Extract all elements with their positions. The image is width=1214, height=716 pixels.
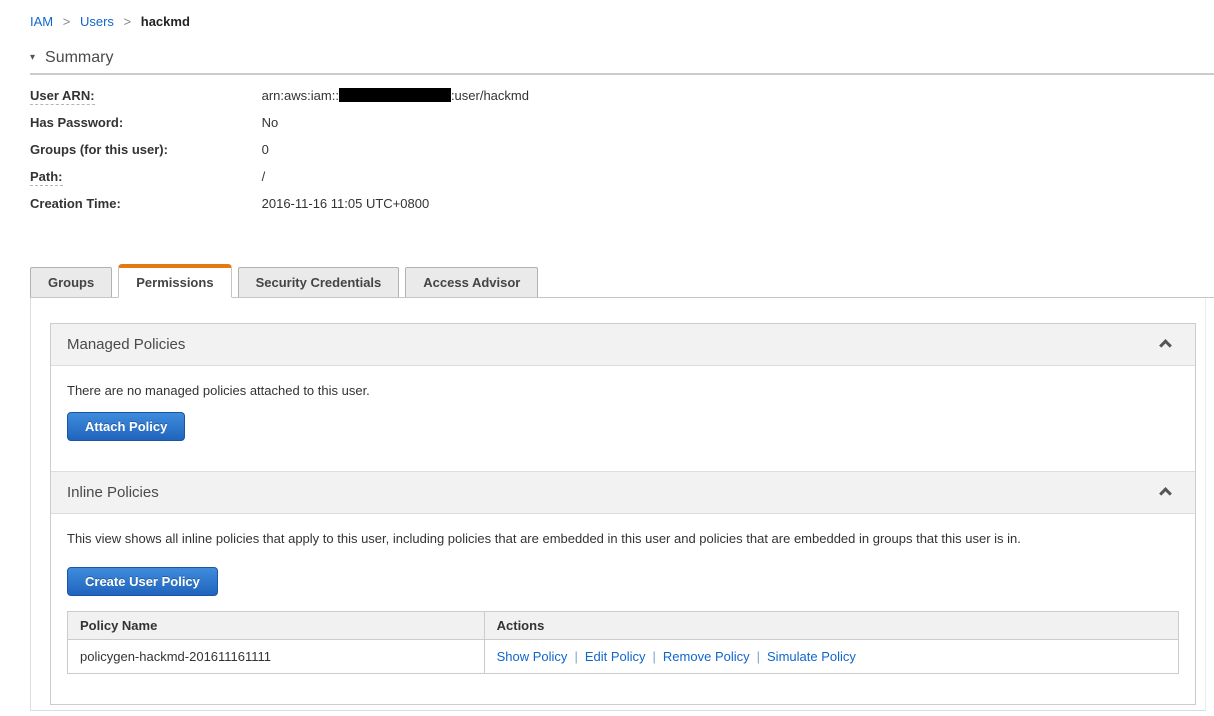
field-label: Creation Time: bbox=[30, 196, 121, 211]
managed-policies-header[interactable]: Managed Policies bbox=[51, 324, 1195, 366]
breadcrumb-current: hackmd bbox=[140, 14, 190, 29]
arn-suffix: :user/hackmd bbox=[450, 88, 529, 103]
policy-name-cell: policygen-hackmd-201611161111 bbox=[67, 639, 485, 674]
field-label: Groups (for this user): bbox=[30, 142, 168, 157]
summary-section-header[interactable]: ▾ Summary bbox=[30, 49, 1214, 67]
create-user-policy-button[interactable]: Create User Policy bbox=[67, 567, 218, 596]
field-value: 2016-11-16 11:05 UTC+0800 bbox=[261, 196, 430, 211]
remove-policy-link[interactable]: Remove Policy bbox=[663, 649, 750, 664]
arn-prefix: arn:aws:iam:: bbox=[261, 88, 339, 103]
chevron-up-icon[interactable] bbox=[1159, 339, 1172, 352]
field-has-password: Has Password: No bbox=[30, 109, 1214, 136]
tab-access-advisor[interactable]: Access Advisor bbox=[405, 267, 539, 297]
field-label: User ARN: bbox=[30, 88, 95, 105]
actions-cell: Show Policy | Edit Policy | Remove Policy | Si… bbox=[483, 639, 1180, 674]
chevron-up-icon[interactable] bbox=[1159, 487, 1172, 500]
policy-name-column-header: Policy Name bbox=[67, 611, 485, 640]
field-value: / bbox=[261, 169, 266, 184]
managed-policies-title: Managed Policies bbox=[67, 336, 186, 353]
table-header-row: Policy Name Actions bbox=[67, 611, 1180, 640]
breadcrumb-link-users[interactable]: Users bbox=[80, 14, 114, 29]
summary-title: Summary bbox=[45, 49, 114, 66]
action-separator: | bbox=[574, 649, 578, 664]
collapse-triangle-icon[interactable]: ▾ bbox=[30, 52, 35, 63]
breadcrumb-link-iam[interactable]: IAM bbox=[30, 14, 53, 29]
tab-permissions[interactable]: Permissions bbox=[118, 264, 232, 298]
summary-divider bbox=[30, 73, 1214, 75]
inline-policies-header[interactable]: Inline Policies bbox=[51, 471, 1195, 514]
show-policy-link[interactable]: Show Policy bbox=[497, 649, 568, 664]
managed-policies-body: There are no managed policies attached t… bbox=[51, 366, 1195, 471]
inline-policies-table: Policy Name Actions policygen-hackmd-201… bbox=[67, 611, 1180, 674]
field-groups: Groups (for this user): 0 bbox=[30, 136, 1214, 163]
field-label: Has Password: bbox=[30, 115, 124, 130]
tab-content-panel: Managed Policies There are no managed po… bbox=[30, 298, 1206, 711]
inline-policies-description: This view shows all inline policies that… bbox=[67, 531, 1021, 546]
actions-column-header: Actions bbox=[483, 611, 1180, 640]
table-row: policygen-hackmd-201611161111 Show Polic… bbox=[67, 639, 1180, 674]
field-label: Path: bbox=[30, 169, 63, 186]
breadcrumb: IAM > Users > hackmd bbox=[30, 14, 1214, 29]
action-separator: | bbox=[756, 649, 761, 664]
inline-policies-title: Inline Policies bbox=[67, 484, 159, 501]
summary-fields: User ARN: arn:aws:iam:::user/hackmd Has … bbox=[30, 82, 1214, 217]
policies-accordion: Managed Policies There are no managed po… bbox=[50, 323, 1196, 705]
tab-groups[interactable]: Groups bbox=[30, 267, 113, 297]
tab-security-credentials[interactable]: Security Credentials bbox=[237, 267, 400, 297]
tab-bar: Groups Permissions Security Credentials … bbox=[30, 264, 1214, 298]
simulate-policy-link[interactable]: Simulate Policy bbox=[767, 649, 856, 664]
field-value: No bbox=[261, 115, 279, 130]
field-value: arn:aws:iam:::user/hackmd bbox=[262, 88, 529, 103]
attach-policy-button[interactable]: Attach Policy bbox=[67, 412, 186, 441]
breadcrumb-separator: > bbox=[123, 14, 132, 29]
action-separator: | bbox=[652, 649, 656, 664]
field-value: 0 bbox=[261, 142, 269, 157]
field-path: Path: / bbox=[30, 163, 1214, 190]
field-user-arn: User ARN: arn:aws:iam:::user/hackmd bbox=[30, 82, 1214, 109]
edit-policy-link[interactable]: Edit Policy bbox=[585, 649, 646, 664]
redacted-account-id bbox=[338, 88, 451, 102]
inline-policies-body: This view shows all inline policies that… bbox=[51, 514, 1195, 704]
field-creation-time: Creation Time: 2016-11-16 11:05 UTC+0800 bbox=[30, 190, 1214, 217]
breadcrumb-separator: > bbox=[62, 14, 71, 29]
managed-policies-empty-text: There are no managed policies attached t… bbox=[67, 383, 370, 398]
